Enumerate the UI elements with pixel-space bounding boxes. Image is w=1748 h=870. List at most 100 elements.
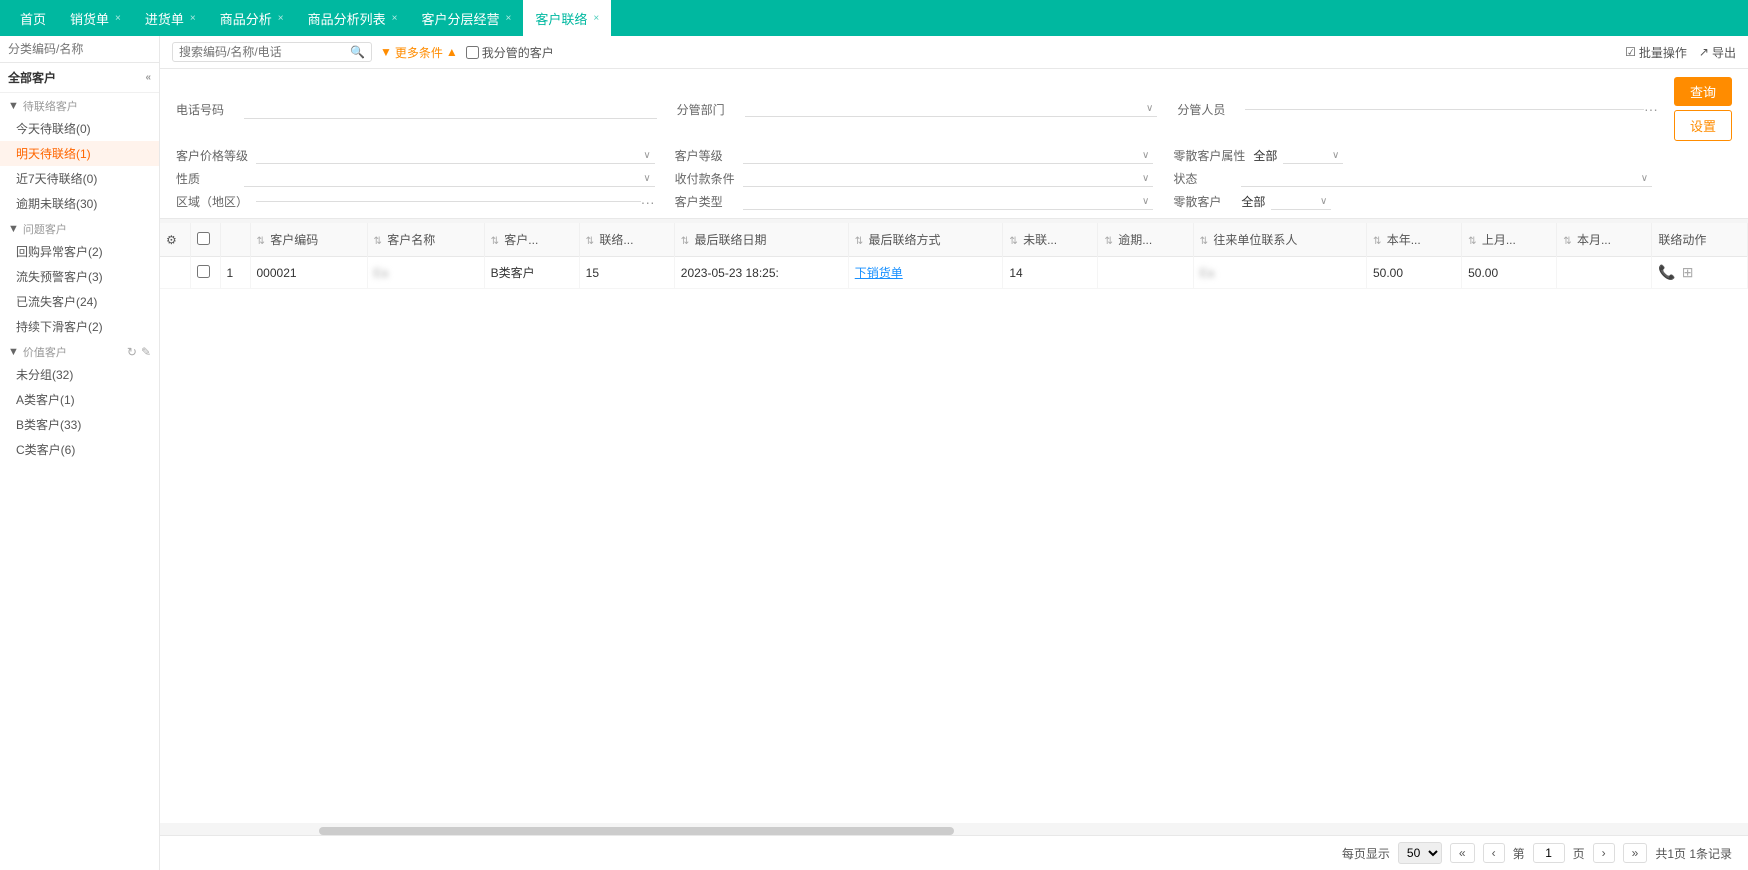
cell-action: 📞 ⊞ xyxy=(1652,257,1748,289)
col-sort-icon: ⇅ xyxy=(586,236,594,247)
unit-contact-blurred: Ea xyxy=(1200,266,1215,280)
filter-nature: 性质 ∨ xyxy=(176,170,655,187)
caret-down-icon: ∨ xyxy=(1146,103,1153,114)
dots-button[interactable]: ··· xyxy=(1644,101,1658,117)
filter-price-level: 客户价格等级 ∨ xyxy=(176,147,655,164)
col-customer-name: ⇅ 客户名称 xyxy=(367,223,484,257)
filter-nature-select[interactable]: ∨ xyxy=(244,171,655,187)
sidebar-search-input[interactable] xyxy=(8,42,160,56)
select-all-checkbox[interactable] xyxy=(197,232,210,245)
sidebar-item-class-b[interactable]: B类客户(33) xyxy=(0,412,159,437)
scrollbar-thumb[interactable] xyxy=(319,827,954,835)
close-icon[interactable]: × xyxy=(392,13,398,24)
sidebar-item-tomorrow-contact[interactable]: 明天待联络(1) xyxy=(0,141,159,166)
row-checkbox[interactable] xyxy=(197,265,210,278)
main-layout: 🔍 全部客户 « ▼ 待联络客户 今天待联络(0) 明天待联络(1) 近7天待联… xyxy=(0,36,1748,870)
nav-sales-order[interactable]: 销货单 × xyxy=(58,0,133,36)
grid-action-icon[interactable]: ⊞ xyxy=(1682,264,1694,281)
caret-down-icon: ∨ xyxy=(643,173,650,184)
retail-customer-value: 全部 xyxy=(1241,193,1265,210)
refresh-icon[interactable]: ↻ xyxy=(127,345,137,359)
query-button[interactable]: 查询 xyxy=(1674,77,1732,106)
filter-payment-terms-label: 收付款条件 xyxy=(675,170,735,187)
filter-retail-attr-select[interactable]: ∨ xyxy=(1283,148,1343,164)
cell-index: 1 xyxy=(220,257,250,289)
search-icon[interactable]: 🔍 xyxy=(350,45,365,59)
sidebar-item-churn-warning[interactable]: 流失预警客户(3) xyxy=(0,264,159,289)
sidebar-item-churned[interactable]: 已流失客户(24) xyxy=(0,289,159,314)
group-pending-contact: ▼ 待联络客户 xyxy=(0,93,159,116)
phone-action-icon[interactable]: 📞 xyxy=(1658,264,1675,281)
my-customer-checkbox[interactable] xyxy=(466,46,479,59)
close-icon[interactable]: × xyxy=(593,13,599,24)
cell-checkbox xyxy=(190,257,220,289)
filter-phone-input[interactable] xyxy=(244,100,657,119)
sidebar-item-class-a[interactable]: A类客户(1) xyxy=(0,387,159,412)
nav-product-analysis[interactable]: 商品分析 × xyxy=(208,0,296,36)
my-customer-checkbox-area[interactable]: 我分管的客户 xyxy=(466,44,554,61)
col-sort-icon: ⇅ xyxy=(1373,236,1381,247)
batch-action-button[interactable]: ☑ 批量操作 xyxy=(1625,44,1687,61)
col-sort-icon: ⇅ xyxy=(1104,236,1112,247)
sidebar-item-repurchase-abnormal[interactable]: 回购异常客户(2) xyxy=(0,239,159,264)
dots-button[interactable]: ··· xyxy=(641,194,655,210)
nav-customer-layered[interactable]: 客户分层经营 × xyxy=(409,0,523,36)
filter-row-1: 电话号码 分管部门 ∨ 分管人员 ··· 查询 设置 xyxy=(176,77,1732,141)
col-sort-icon: ⇅ xyxy=(1200,236,1208,247)
edit-icon[interactable]: ✎ xyxy=(141,345,151,359)
nav-product-analysis-list[interactable]: 商品分析列表 × xyxy=(296,0,410,36)
sidebar-item-overdue-contact[interactable]: 逾期未联络(30) xyxy=(0,191,159,216)
all-customers-header[interactable]: 全部客户 « xyxy=(0,63,159,93)
sidebar-item-declining[interactable]: 持续下滑客户(2) xyxy=(0,314,159,339)
filter-row-3: 性质 ∨ 收付款条件 ∨ 状态 ∨ xyxy=(176,170,1732,187)
sidebar-item-7days-contact[interactable]: 近7天待联络(0) xyxy=(0,166,159,191)
page-number-input[interactable] xyxy=(1533,843,1565,863)
first-page-button[interactable]: « xyxy=(1450,843,1475,863)
close-icon[interactable]: × xyxy=(190,13,196,24)
col-this-month: ⇅ 本月... xyxy=(1557,223,1652,257)
last-page-button[interactable]: » xyxy=(1623,843,1648,863)
close-icon[interactable]: × xyxy=(115,13,121,24)
close-icon[interactable]: × xyxy=(505,13,511,24)
nav-purchase-order[interactable]: 进货单 × xyxy=(133,0,208,36)
filter-dept-select[interactable]: ∨ xyxy=(745,101,1158,117)
more-filter-button[interactable]: ▼ 更多条件 ▲ xyxy=(380,44,458,61)
nav-home[interactable]: 首页 xyxy=(8,0,58,36)
sidebar-item-class-c[interactable]: C类客户(6) xyxy=(0,437,159,462)
arrow-icon: ▼ xyxy=(8,100,19,112)
cell-row-settings xyxy=(160,257,190,289)
horizontal-scrollbar[interactable] xyxy=(160,827,1748,835)
sidebar: 🔍 全部客户 « ▼ 待联络客户 今天待联络(0) 明天待联络(1) 近7天待联… xyxy=(0,36,160,870)
filter-customer-type: 客户类型 ∨ xyxy=(675,193,1154,210)
filter-price-level-select[interactable]: ∨ xyxy=(256,148,655,164)
set-button[interactable]: 设置 xyxy=(1674,110,1732,141)
customer-name-blurred: Ea xyxy=(374,266,389,280)
filter-customer-level-select[interactable]: ∨ xyxy=(743,148,1154,164)
collapse-icon[interactable]: « xyxy=(145,72,151,83)
sidebar-item-ungrouped[interactable]: 未分组(32) xyxy=(0,362,159,387)
total-records-label: 共1页 1条记录 xyxy=(1655,845,1732,862)
export-icon: ↗ xyxy=(1699,45,1709,59)
contact-method-link[interactable]: 下销货单 xyxy=(855,266,903,280)
sidebar-item-today-contact[interactable]: 今天待联络(0) xyxy=(0,116,159,141)
export-button[interactable]: ↗ 导出 xyxy=(1699,44,1736,61)
filter-region: 区域（地区） ··· xyxy=(176,193,655,210)
col-action: 联络动作 xyxy=(1652,223,1748,257)
col-overdue: ⇅ 逾期... xyxy=(1098,223,1193,257)
filter-customer-type-select[interactable]: ∨ xyxy=(743,194,1154,210)
filter-payment-terms-select[interactable]: ∨ xyxy=(743,171,1154,187)
caret-up-icon: ▲ xyxy=(446,45,458,59)
close-icon[interactable]: × xyxy=(278,13,284,24)
col-settings[interactable]: ⚙ xyxy=(160,223,190,257)
cell-uncontacted: 14 xyxy=(1003,257,1098,289)
search-input[interactable] xyxy=(179,45,350,59)
next-page-button[interactable]: › xyxy=(1593,843,1615,863)
col-sort-icon: ⇅ xyxy=(374,236,382,247)
top-navigation: 首页 销货单 × 进货单 × 商品分析 × 商品分析列表 × 客户分层经营 × … xyxy=(0,0,1748,36)
col-sort-icon: ⇅ xyxy=(491,236,499,247)
page-size-select[interactable]: 50 xyxy=(1398,842,1442,864)
prev-page-button[interactable]: ‹ xyxy=(1483,843,1505,863)
nav-customer-contact[interactable]: 客户联络 × xyxy=(523,0,611,36)
filter-status-select[interactable]: ∨ xyxy=(1241,171,1652,187)
filter-retail-customer-select[interactable]: ∨ xyxy=(1271,194,1331,210)
